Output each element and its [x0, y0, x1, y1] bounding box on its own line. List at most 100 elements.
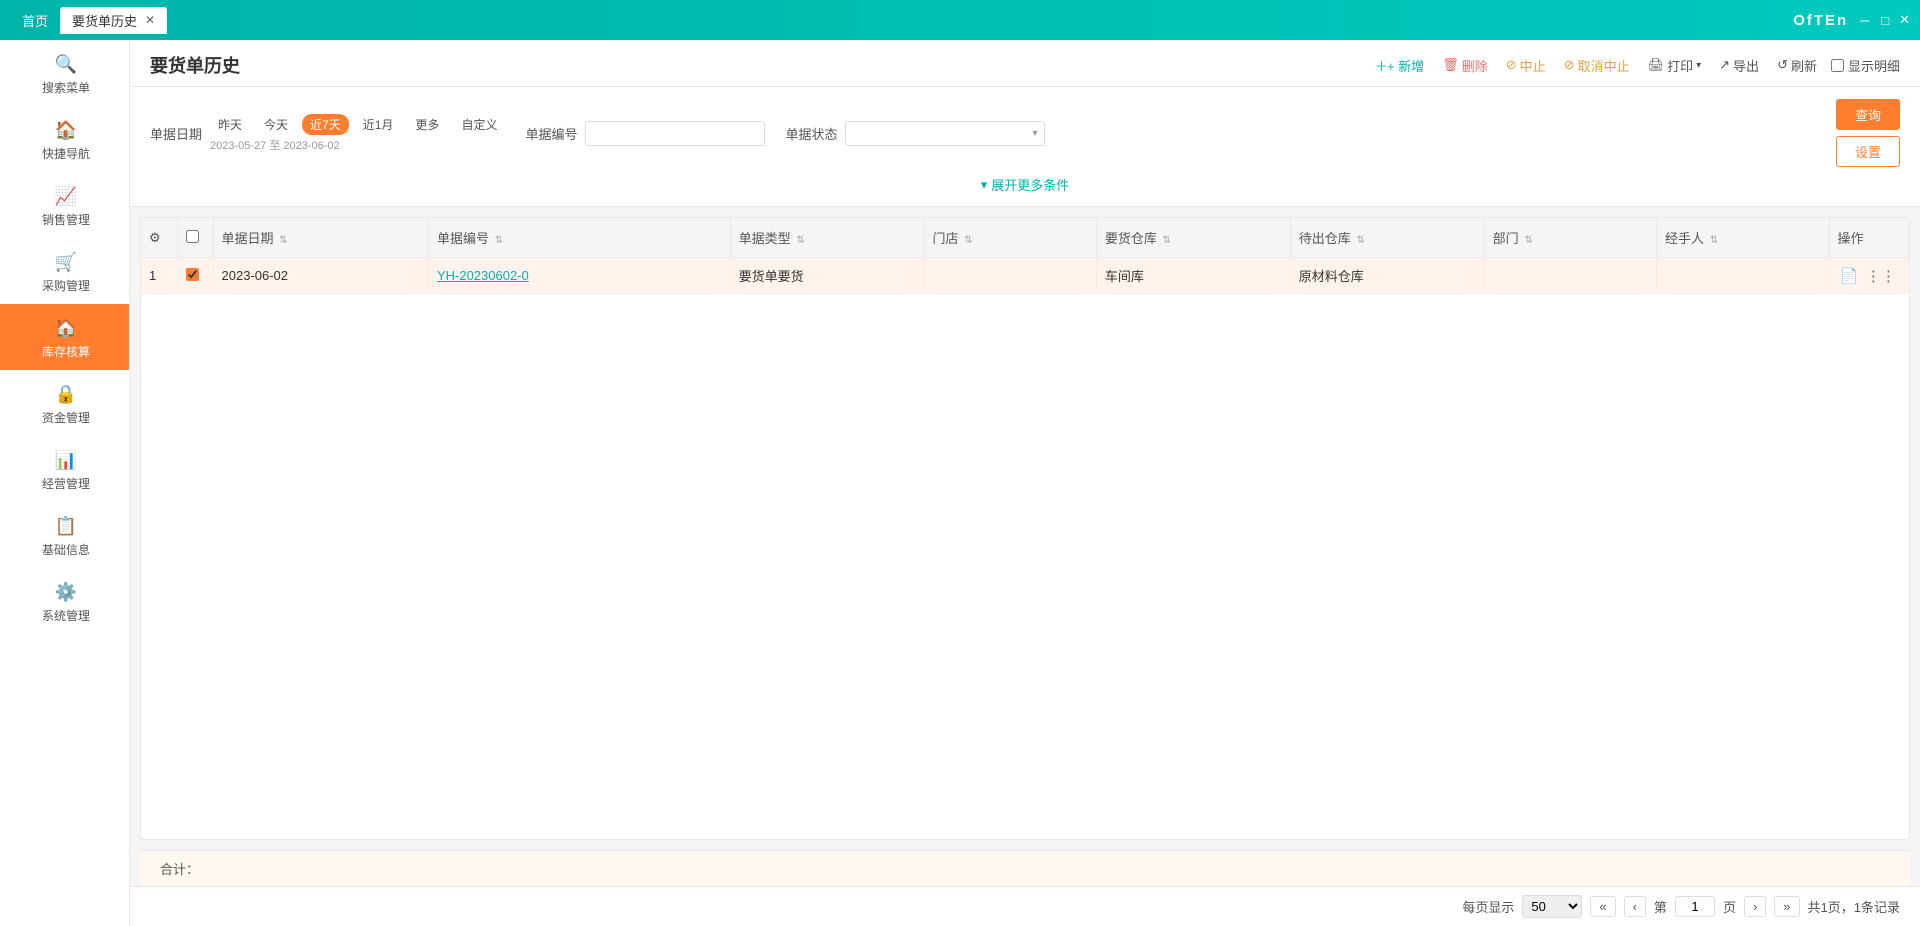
th-dept[interactable]: 部门 ⇅: [1484, 218, 1656, 258]
th-wait-wh-label: 待出仓库: [1299, 231, 1351, 246]
date-pill-yesterday[interactable]: 昨天: [210, 114, 250, 135]
print-button[interactable]: 🖨 打印 ▾: [1644, 54, 1706, 77]
sidebar-item-search[interactable]: 🔍 搜索菜单: [0, 40, 129, 106]
th-shop-label: 门店: [933, 231, 959, 246]
table-row[interactable]: 1 2023-06-02 YH-20230602-0 要货单要货 车间库 原材料…: [141, 258, 1909, 294]
page-title: 要货单历史: [150, 52, 240, 78]
date-pill-recent7[interactable]: 近7天: [302, 114, 349, 135]
th-num-sort-icon: ⇅: [495, 235, 503, 246]
toolbar: ＋ + 新增 🗑 删除 ⊘ 中止 ⊘ 取消中止 🖨 打印: [1371, 54, 1900, 77]
sidebar-item-purchase[interactable]: 🛒 采购管理: [0, 238, 129, 304]
per-page-select[interactable]: 20 50 100: [1522, 895, 1582, 918]
th-date-sort-icon: ⇅: [279, 235, 287, 246]
search-icon: 🔍: [55, 54, 77, 75]
sidebar-item-nav-label: 快捷导航: [42, 145, 90, 162]
row-edit-icon[interactable]: 📄: [1840, 268, 1859, 285]
tab-home[interactable]: 首页: [10, 7, 60, 34]
th-wait-wh[interactable]: 待出仓库 ⇅: [1290, 218, 1484, 258]
stop-button[interactable]: ⊘ 中止: [1502, 54, 1550, 77]
status-select[interactable]: [845, 121, 1045, 146]
expand-more-label: 展开更多条件: [991, 175, 1069, 194]
sidebar-item-basic-label: 基础信息: [42, 541, 90, 558]
date-pills: 昨天 今天 近7天 近1月 更多 自定义: [210, 114, 505, 135]
page-number-input[interactable]: [1675, 896, 1715, 917]
th-person[interactable]: 经手人 ⇅: [1657, 218, 1829, 258]
sidebar-item-system-label: 系统管理: [42, 607, 90, 624]
doc-num-link[interactable]: YH-20230602-0: [437, 268, 529, 283]
cancel-stop-label: 取消中止: [1578, 56, 1630, 75]
prev-page-button[interactable]: ‹: [1624, 896, 1646, 917]
th-req-wh[interactable]: 要货仓库 ⇅: [1096, 218, 1290, 258]
print-label: 打印: [1667, 56, 1693, 75]
date-pill-recent1m[interactable]: 近1月: [355, 114, 402, 135]
per-page-label: 每页显示: [1462, 897, 1514, 916]
sidebar-item-operation[interactable]: 📊 经营管理: [0, 436, 129, 502]
date-pill-today[interactable]: 今天: [256, 114, 296, 135]
new-button[interactable]: ＋ + 新增: [1371, 54, 1428, 77]
pagination: 每页显示 20 50 100 « ‹ 第 页 › » 共1页，1条记录: [130, 886, 1920, 926]
export-button[interactable]: ↗ 导出: [1715, 54, 1763, 77]
refresh-button[interactable]: ↺ 刷新: [1773, 54, 1821, 77]
delete-button[interactable]: 🗑 删除: [1438, 54, 1492, 77]
display-detail-checkbox[interactable]: [1831, 59, 1844, 72]
td-op: 📄 ⋮⋮: [1829, 258, 1909, 294]
query-button[interactable]: 查询: [1836, 99, 1900, 130]
td-dept: [1484, 258, 1656, 294]
sidebar: 🔍 搜索菜单 🏠 快捷导航 📈 销售管理 🛒 采购管理 🏠 库存核算 🔒 资金管…: [0, 40, 130, 926]
select-all-checkbox[interactable]: [186, 230, 199, 243]
th-type-sort-icon: ⇅: [796, 235, 804, 246]
filter-row: 单据日期 昨天 今天 近7天 近1月 更多 自定义 2023-05-27 至 2…: [150, 99, 1900, 167]
td-type: 要货单要货: [730, 258, 924, 294]
next-page-button[interactable]: ›: [1744, 896, 1766, 917]
date-pill-custom[interactable]: 自定义: [453, 114, 505, 135]
row-checkbox[interactable]: [186, 268, 199, 281]
expand-more-button[interactable]: ▾ 展开更多条件: [150, 175, 1900, 194]
last-page-button[interactable]: »: [1774, 896, 1799, 917]
sidebar-item-inventory[interactable]: 🏠 库存核算: [0, 304, 129, 370]
th-shop-sort-icon: ⇅: [964, 235, 972, 246]
sidebar-item-finance[interactable]: 🔒 资金管理: [0, 370, 129, 436]
refresh-icon: ↺: [1777, 57, 1788, 73]
th-date[interactable]: 单据日期 ⇅: [213, 218, 428, 258]
window-close-icon[interactable]: ✕: [1899, 12, 1910, 28]
window-minimize-icon[interactable]: －: [1858, 11, 1871, 30]
th-settings[interactable]: ⚙: [141, 218, 177, 258]
window-maximize-icon[interactable]: □: [1881, 13, 1889, 28]
table-area: ⚙ 单据日期 ⇅ 单据编号 ⇅: [140, 217, 1910, 840]
brand-label: OfTEn: [1793, 12, 1848, 29]
tab-history[interactable]: 要货单历史 ✕: [60, 7, 167, 34]
date-filter-group: 单据日期 昨天 今天 近7天 近1月 更多 自定义 2023-05-27 至 2…: [150, 114, 505, 153]
th-num[interactable]: 单据编号 ⇅: [428, 218, 730, 258]
system-icon: ⚙️: [55, 582, 77, 603]
page-header: 要货单历史 ＋ + 新增 🗑 删除 ⊘ 中止 ⊘ 取消中止: [130, 40, 1920, 87]
sidebar-item-basic[interactable]: 📋 基础信息: [0, 502, 129, 568]
purchase-icon: 🛒: [55, 252, 77, 273]
cancel-stop-button[interactable]: ⊘ 取消中止: [1560, 54, 1634, 77]
total-info: 共1页，1条记录: [1808, 897, 1900, 916]
sidebar-item-sales[interactable]: 📈 销售管理: [0, 172, 129, 238]
th-person-label: 经手人: [1665, 231, 1704, 246]
delete-label: 删除: [1462, 56, 1488, 75]
row-more-icon[interactable]: ⋮⋮: [1866, 268, 1896, 285]
doc-num-filter-group: 单据编号: [525, 121, 765, 146]
first-page-button[interactable]: «: [1590, 896, 1615, 917]
th-type[interactable]: 单据类型 ⇅: [730, 218, 924, 258]
th-dept-sort-icon: ⇅: [1524, 235, 1532, 246]
sidebar-item-search-label: 搜索菜单: [42, 79, 90, 96]
doc-num-input[interactable]: [585, 121, 765, 146]
th-type-label: 单据类型: [739, 231, 791, 246]
sidebar-item-operation-label: 经营管理: [42, 475, 90, 492]
td-shop: [924, 258, 1096, 294]
th-op-label: 操作: [1838, 231, 1864, 246]
sidebar-item-system[interactable]: ⚙️ 系统管理: [0, 568, 129, 634]
td-num[interactable]: YH-20230602-0: [428, 258, 730, 294]
status-filter-label: 单据状态: [785, 124, 837, 143]
tab-close-icon[interactable]: ✕: [145, 13, 155, 27]
th-shop[interactable]: 门店 ⇅: [924, 218, 1096, 258]
sidebar-item-nav[interactable]: 🏠 快捷导航: [0, 106, 129, 172]
settings-button[interactable]: 设置: [1836, 136, 1900, 167]
display-detail-checkbox-label[interactable]: 显示明细: [1831, 56, 1900, 75]
date-pill-more[interactable]: 更多: [407, 114, 447, 135]
delete-icon: 🗑: [1442, 57, 1459, 73]
td-person: [1657, 258, 1829, 294]
